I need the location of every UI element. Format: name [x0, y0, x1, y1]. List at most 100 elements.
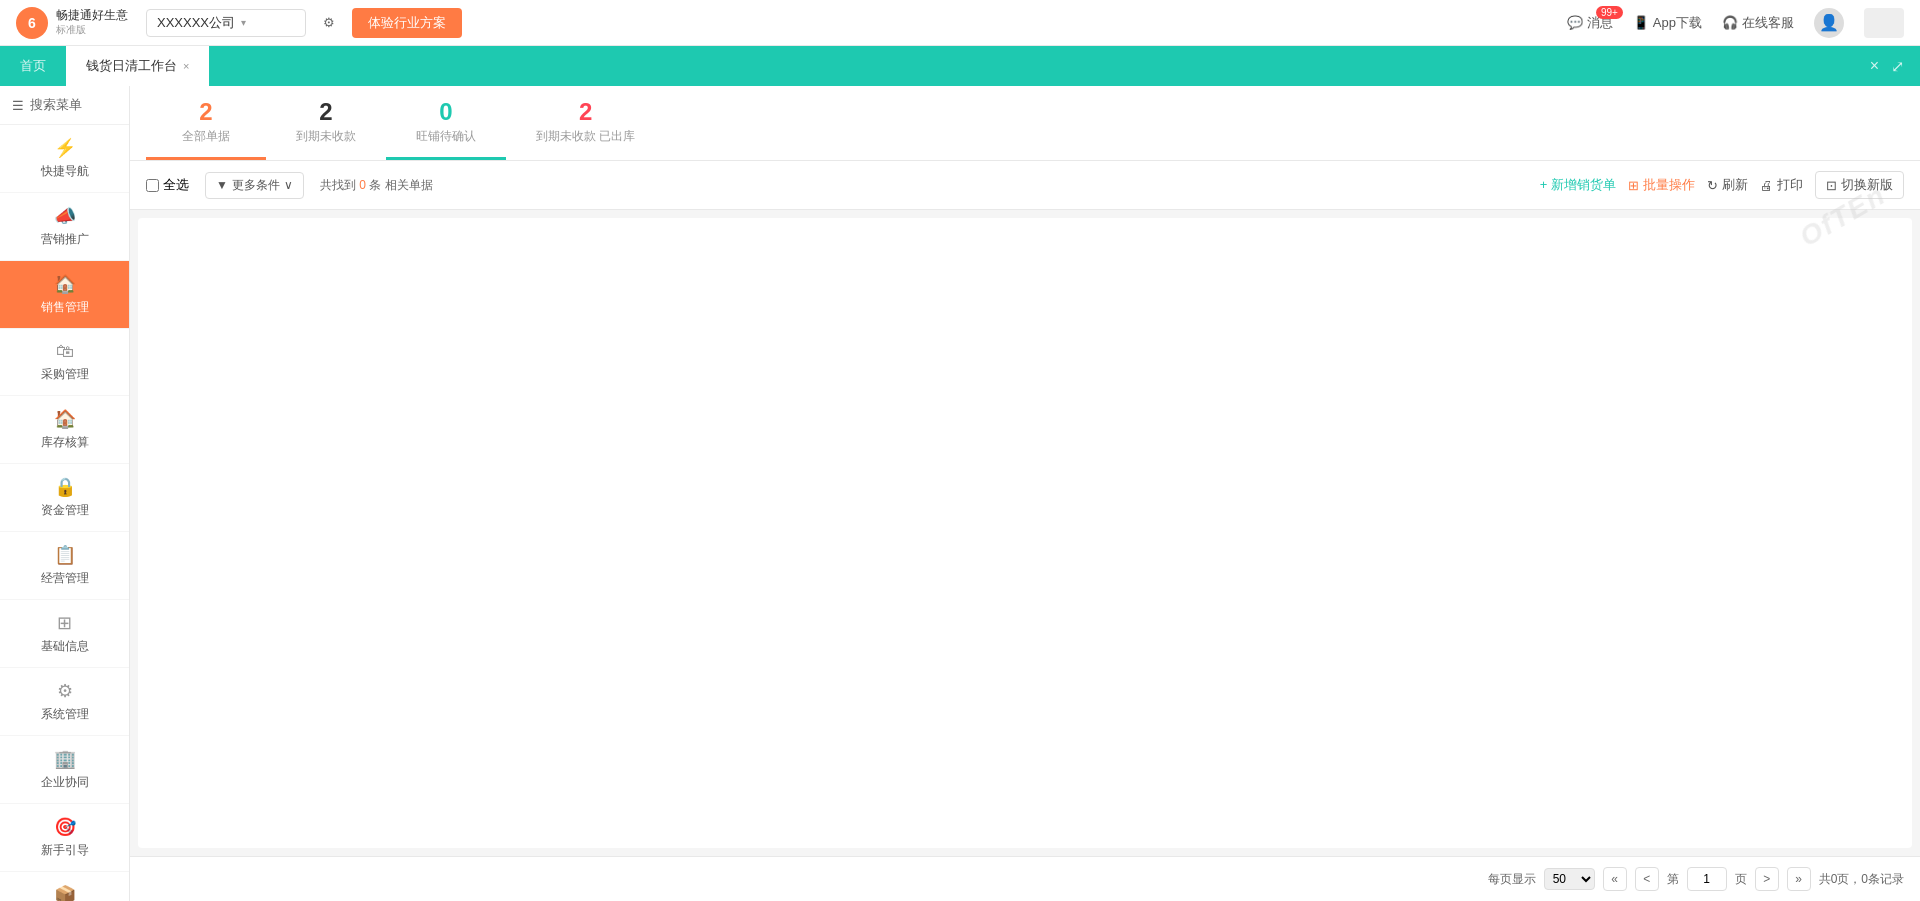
purchase-icon: 🛍: [56, 341, 74, 362]
sidebar-item-system[interactable]: ⚙ 系统管理: [0, 668, 129, 736]
settings-button[interactable]: ⚙: [314, 8, 344, 38]
prev-page-icon: <: [1643, 872, 1650, 886]
operations-icon: 📋: [54, 544, 76, 566]
sidebar-item-guide[interactable]: 🎯 新手引导: [0, 804, 129, 872]
quick-nav-icon: ⚡: [54, 137, 76, 159]
filter-button[interactable]: ▼ 更多条件 ∨: [205, 172, 304, 199]
sidebar-item-operations[interactable]: 📋 经营管理: [0, 532, 129, 600]
sales-icon: 🏠: [54, 273, 76, 295]
last-page-icon: »: [1795, 872, 1802, 886]
stat-all-label: 全部单据: [182, 128, 230, 145]
tab-workbench[interactable]: 钱货日清工作台 ×: [66, 46, 209, 86]
main-layout: ☰ 搜索菜单 ⚡ 快捷导航 📣 营销推广 🏠 销售管理 🛍 采购管理 🏠 库存核…: [0, 86, 1920, 901]
sidebar: ☰ 搜索菜单 ⚡ 快捷导航 📣 营销推广 🏠 销售管理 🛍 采购管理 🏠 库存核…: [0, 86, 130, 901]
toolbar-right: + 新增销货单 ⊞ 批量操作 ↻ 刷新 🖨 打印 ⊡ 切换新版: [1540, 171, 1904, 199]
prev-page-button[interactable]: <: [1635, 867, 1659, 891]
toolbar: 全选 ▼ 更多条件 ∨ 共找到 0 条 相关单据 + 新增销货单 ⊞ 批量操作: [130, 161, 1920, 210]
print-icon: 🖨: [1760, 178, 1773, 193]
content-area: 2 全部单据 2 到期未收款 0 旺铺待确认 2 到期未收款 已出库 全选: [130, 86, 1920, 901]
user-menu[interactable]: [1864, 8, 1904, 38]
tab-actions: × ⤢: [1870, 57, 1920, 76]
stats-tabs: 2 全部单据 2 到期未收款 0 旺铺待确认 2 到期未收款 已出库: [130, 86, 1920, 161]
first-page-icon: «: [1611, 872, 1618, 886]
header-right: 💬 消息 99+ 📱 App下载 🎧 在线客服 👤: [1567, 8, 1904, 38]
sidebar-item-app-center[interactable]: 📦 应用中心: [0, 872, 129, 901]
chevron-down-icon: ▾: [241, 17, 246, 28]
refresh-button[interactable]: ↻ 刷新: [1707, 176, 1748, 194]
select-all-input[interactable]: [146, 179, 159, 192]
last-page-button[interactable]: »: [1787, 867, 1811, 891]
batch-icon: ⊞: [1628, 178, 1639, 193]
company-name: XXXXXX公司: [157, 14, 235, 32]
page-number-input[interactable]: [1687, 867, 1727, 891]
download-icon: 📱: [1633, 15, 1649, 30]
app-title: 畅捷通好生意: [56, 8, 128, 24]
stat-shipped-number: 2: [579, 98, 592, 126]
message-icon: 💬: [1567, 15, 1583, 30]
filter-icon: ▼: [216, 178, 228, 192]
sidebar-item-marketing[interactable]: 📣 营销推广: [0, 193, 129, 261]
stat-all-number: 2: [199, 98, 212, 126]
top-header: 6 畅捷通好生意 标准版 XXXXXX公司 ▾ ⚙ 体验行业方案 💬 消息 99…: [0, 0, 1920, 46]
logo-icon: 6: [16, 7, 48, 39]
tab-home[interactable]: 首页: [0, 46, 66, 86]
user-icon: 👤: [1819, 13, 1839, 32]
found-text: 共找到 0 条 相关单据: [320, 177, 433, 194]
experience-button[interactable]: 体验行业方案: [352, 8, 462, 38]
sidebar-item-inventory[interactable]: 🏠 库存核算: [0, 396, 129, 464]
message-button[interactable]: 💬 消息 99+: [1567, 14, 1613, 32]
guide-icon: 🎯: [54, 816, 76, 838]
stat-pending-label: 旺铺待确认: [416, 128, 476, 145]
service-icon: 🎧: [1722, 15, 1738, 30]
stat-overdue-label: 到期未收款: [296, 128, 356, 145]
tab-close-icon[interactable]: ×: [183, 60, 189, 72]
tab-close-button[interactable]: ×: [1870, 57, 1879, 75]
next-page-icon: >: [1763, 872, 1770, 886]
select-all-checkbox[interactable]: 全选: [146, 176, 189, 194]
sidebar-item-purchase[interactable]: 🛍 采购管理: [0, 329, 129, 396]
sidebar-item-sales[interactable]: 🏠 销售管理: [0, 261, 129, 329]
next-page-button[interactable]: >: [1755, 867, 1779, 891]
marketing-icon: 📣: [54, 205, 76, 227]
pagination-bar: 每页显示 50 100 200 « < 第 页 > » 共0页，0条记录: [130, 856, 1920, 901]
sidebar-item-quick-nav[interactable]: ⚡ 快捷导航: [0, 125, 129, 193]
message-badge: 99+: [1596, 6, 1623, 19]
gear-icon: ⚙: [323, 15, 335, 30]
sidebar-search[interactable]: ☰ 搜索菜单: [0, 86, 129, 125]
stat-tab-overdue[interactable]: 2 到期未收款: [266, 86, 386, 160]
logo-area: 6 畅捷通好生意 标准版: [16, 7, 146, 39]
stat-shipped-label: 到期未收款 已出库: [536, 128, 635, 145]
app-subtitle: 标准版: [56, 23, 128, 37]
batch-operation-button[interactable]: ⊞ 批量操作: [1628, 176, 1695, 194]
sidebar-item-finance[interactable]: 🔒 资金管理: [0, 464, 129, 532]
switch-icon: ⊡: [1826, 178, 1837, 193]
basic-info-icon: ⊞: [57, 612, 72, 634]
refresh-icon: ↻: [1707, 178, 1718, 193]
stat-tab-shipped[interactable]: 2 到期未收款 已出库: [506, 86, 665, 160]
stat-overdue-number: 2: [319, 98, 332, 126]
stat-pending-number: 0: [439, 98, 452, 126]
app-download-button[interactable]: 📱 App下载: [1633, 14, 1702, 32]
first-page-button[interactable]: «: [1603, 867, 1627, 891]
sidebar-item-basic-info[interactable]: ⊞ 基础信息: [0, 600, 129, 668]
finance-icon: 🔒: [54, 476, 76, 498]
stat-tab-pending[interactable]: 0 旺铺待确认: [386, 86, 506, 160]
stat-tab-all[interactable]: 2 全部单据: [146, 86, 266, 160]
tab-bar: 首页 钱货日清工作台 × × ⤢: [0, 46, 1920, 86]
online-service-button[interactable]: 🎧 在线客服: [1722, 14, 1794, 32]
system-icon: ⚙: [57, 680, 73, 702]
switch-new-version-button[interactable]: ⊡ 切换新版: [1815, 171, 1904, 199]
tab-expand-button[interactable]: ⤢: [1891, 57, 1904, 76]
table-area: [138, 218, 1912, 848]
enterprise-icon: 🏢: [54, 748, 76, 770]
print-button[interactable]: 🖨 打印: [1760, 176, 1803, 194]
avatar[interactable]: 👤: [1814, 8, 1844, 38]
add-sales-order-button[interactable]: + 新增销货单: [1540, 176, 1616, 194]
company-selector[interactable]: XXXXXX公司 ▾: [146, 9, 306, 37]
app-center-icon: 📦: [54, 884, 76, 901]
chevron-icon: ∨: [284, 178, 293, 192]
sidebar-item-enterprise[interactable]: 🏢 企业协同: [0, 736, 129, 804]
search-icon: ☰: [12, 98, 24, 113]
page-size-select[interactable]: 50 100 200: [1544, 868, 1595, 890]
inventory-icon: 🏠: [54, 408, 76, 430]
